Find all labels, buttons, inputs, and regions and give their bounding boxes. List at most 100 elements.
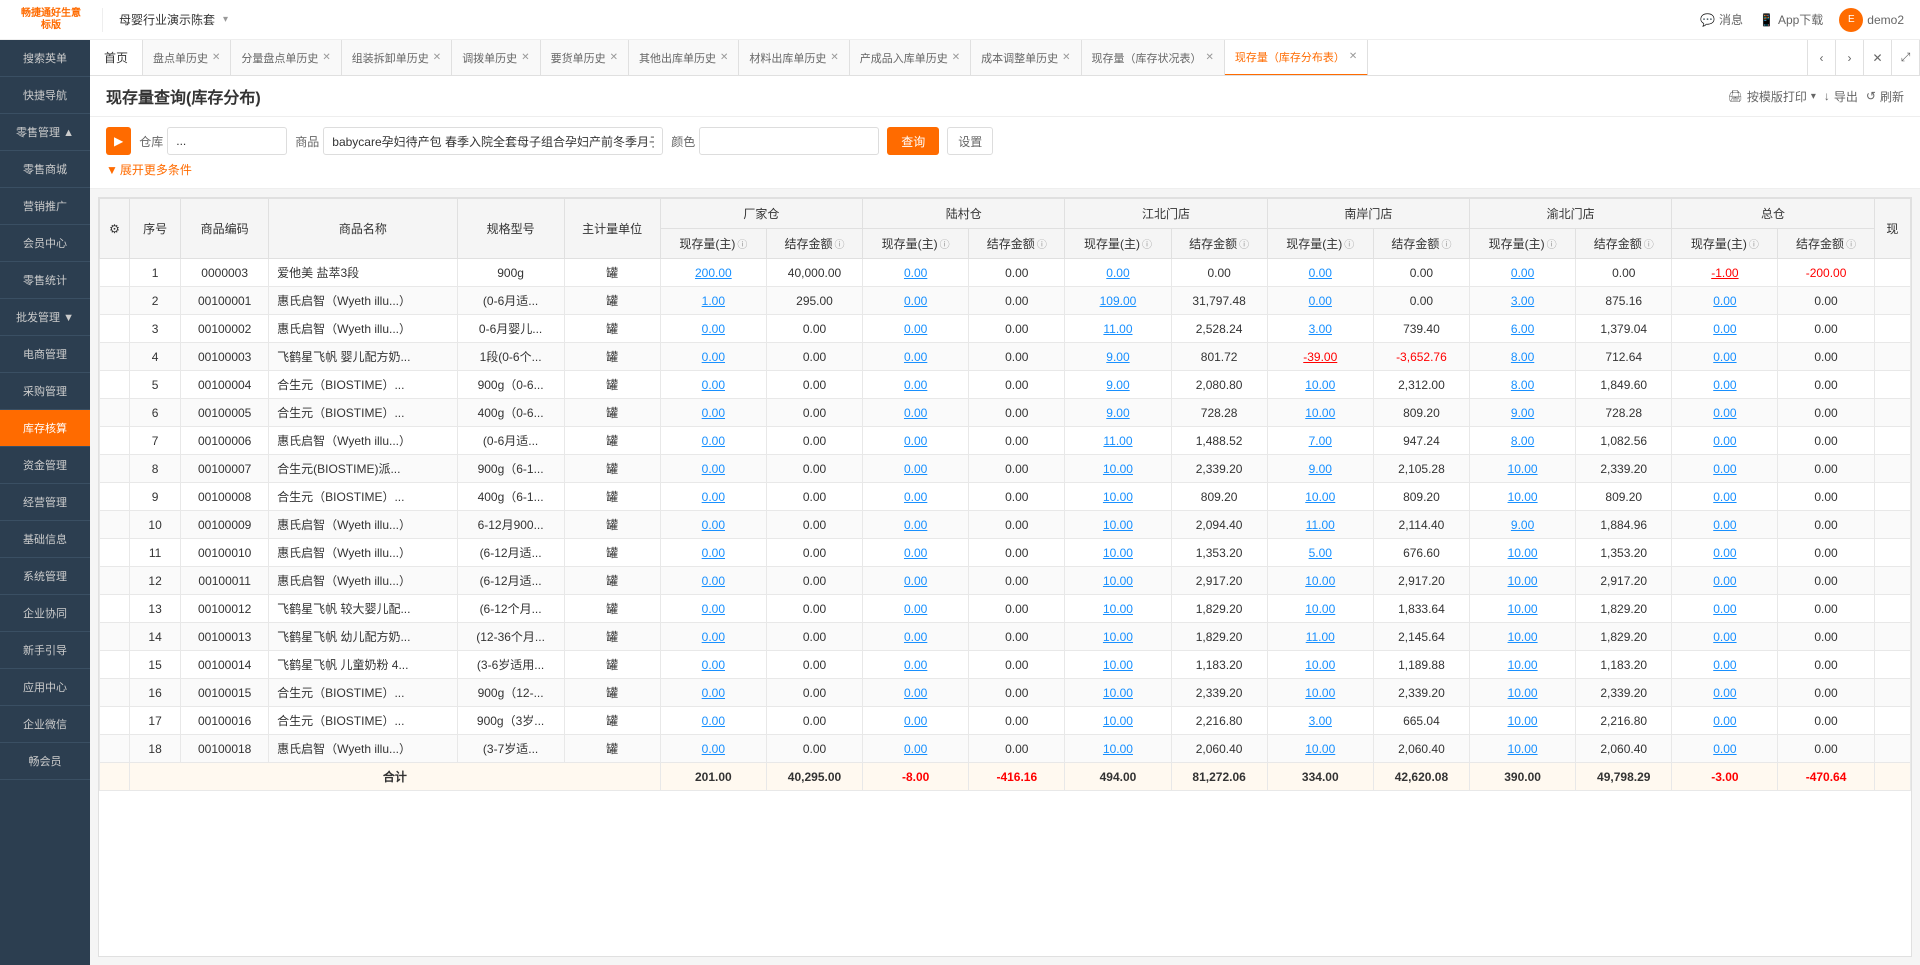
col-name: 商品名称 xyxy=(269,199,457,259)
sidebar-item-finance[interactable]: 资金管理 xyxy=(0,447,90,484)
settings-btn[interactable]: 设置 xyxy=(947,127,993,155)
warehouse-label: 仓库 xyxy=(139,133,163,150)
jb-qty-info-icon[interactable]: ⓘ xyxy=(1142,236,1152,251)
col-group-yb: 渝北门店 xyxy=(1470,199,1672,229)
table-row: 12 00100011 惠氏启智（Wyeth illu...） (6-12月适.… xyxy=(100,567,1911,595)
sidebar-item-inventory[interactable]: 库存核算 xyxy=(0,410,90,447)
tab-split[interactable]: 分量盘点单历史 ✕ xyxy=(231,40,341,76)
lcun-qty-info-icon[interactable]: ⓘ xyxy=(940,236,950,251)
search-toggle-btn[interactable]: ▶ xyxy=(106,127,131,155)
tab-cost-adjust[interactable]: 成本调整单历史 ✕ xyxy=(971,40,1081,76)
table-row: 6 00100005 合生元（BIOSTIME）... 400g（0-6... … xyxy=(100,399,1911,427)
sidebar-item-member[interactable]: 会员中心 xyxy=(0,225,90,262)
sidebar-item-basic[interactable]: 基础信息 xyxy=(0,521,90,558)
tab-expand-btn[interactable]: ⤢ xyxy=(1892,40,1920,76)
tab-close-stock-status[interactable]: ✕ xyxy=(1206,52,1214,63)
col-lcun-qty: 现存量(主)ⓘ xyxy=(863,229,969,259)
refresh-icon: ↺ xyxy=(1866,89,1876,103)
tab-next-btn[interactable]: › xyxy=(1836,40,1864,76)
sidebar-item-quicknav[interactable]: 快捷导航 xyxy=(0,77,90,114)
tab-close-adjust[interactable]: ✕ xyxy=(521,52,529,63)
sidebar-item-retail-stats[interactable]: 零售统计 xyxy=(0,262,90,299)
col-settings[interactable]: ⚙ xyxy=(100,199,130,259)
tab-combine[interactable]: 组装拆卸单历史 ✕ xyxy=(342,40,452,76)
col-no: 序号 xyxy=(130,199,181,259)
jb-amt-info-icon[interactable]: ⓘ xyxy=(1239,236,1249,251)
sidebar-item-guide[interactable]: 新手引导 xyxy=(0,632,90,669)
industry-selector[interactable]: 母婴行业演示陈套 xyxy=(119,11,215,28)
tab-close-other-out[interactable]: ✕ xyxy=(720,52,728,63)
tab-product-in[interactable]: 产成品入库单历史 ✕ xyxy=(850,40,971,76)
table-row: 9 00100008 合生元（BIOSTIME）... 400g（6-1... … xyxy=(100,483,1911,511)
total-amt-info-icon[interactable]: ⓘ xyxy=(1846,236,1856,251)
tab-stock[interactable]: 盘点单历史 ✕ xyxy=(143,40,231,76)
sidebar-item-retail-mgmt[interactable]: 零售管理 ▲ xyxy=(0,114,90,151)
total-qty-info-icon[interactable]: ⓘ xyxy=(1749,236,1759,251)
goods-input[interactable] xyxy=(323,127,663,155)
print-dropdown-icon: ▾ xyxy=(1811,91,1816,102)
chj-qty-info-icon[interactable]: ⓘ xyxy=(737,236,747,251)
tab-close-material-out[interactable]: ✕ xyxy=(830,52,838,63)
user-avatar[interactable]: E demo2 xyxy=(1839,8,1904,32)
logo-area: 畅捷通好生意 标版 xyxy=(16,8,86,32)
expand-conditions-btn[interactable]: ▼ 展开更多条件 xyxy=(106,161,1904,178)
export-btn[interactable]: ↓ 导出 xyxy=(1824,88,1858,105)
tab-close-request[interactable]: ✕ xyxy=(610,52,618,63)
main-layout: 搜索英单 快捷导航 零售管理 ▲ 零售商城 营销推广 会员中心 零售统计 批发管… xyxy=(0,40,1920,965)
sidebar-item-purchase[interactable]: 采购管理 xyxy=(0,373,90,410)
export-icon: ↓ xyxy=(1824,89,1830,103)
sidebar-item-wecom[interactable]: 企业微信 xyxy=(0,706,90,743)
industry-dropdown-icon[interactable]: ▾ xyxy=(223,14,228,25)
tab-close-cost-adjust[interactable]: ✕ xyxy=(1062,52,1070,63)
data-table: ⚙ 序号 商品编码 商品名称 规格型号 主计量单位 厂家仓 陆村仓 江北门店 南… xyxy=(99,198,1911,791)
sidebar-item-retail-mall[interactable]: 零售商城 xyxy=(0,151,90,188)
tab-adjust[interactable]: 调拨单历史 ✕ xyxy=(452,40,540,76)
tab-stock-status[interactable]: 现存量（库存状况表） ✕ xyxy=(1082,40,1225,76)
message-btn[interactable]: 💬 消息 xyxy=(1700,11,1743,28)
na-amt-info-icon[interactable]: ⓘ xyxy=(1441,236,1451,251)
table-row: 8 00100007 合生元(BIOSTIME)派... 900g（6-1...… xyxy=(100,455,1911,483)
sidebar-item-member2[interactable]: 畅会员 xyxy=(0,743,90,780)
col-group-chj: 厂家仓 xyxy=(660,199,862,229)
sidebar-item-appstore[interactable]: 应用中心 xyxy=(0,669,90,706)
tab-close-stock[interactable]: ✕ xyxy=(212,52,220,63)
tab-material-out[interactable]: 材料出库单历史 ✕ xyxy=(739,40,849,76)
yb-amt-info-icon[interactable]: ⓘ xyxy=(1644,236,1654,251)
query-btn[interactable]: 查询 xyxy=(887,127,939,155)
table-row: 13 00100012 飞鹤星飞帆 较大婴儿配... (6-12个月... 罐 … xyxy=(100,595,1911,623)
tab-home[interactable]: 首页 xyxy=(90,40,143,76)
color-input[interactable] xyxy=(699,127,879,155)
na-qty-info-icon[interactable]: ⓘ xyxy=(1344,236,1354,251)
refresh-btn[interactable]: ↺ 刷新 xyxy=(1866,88,1904,105)
sidebar-item-ecommerce[interactable]: 电商管理 xyxy=(0,336,90,373)
print-btn[interactable]: 🖨 按模版打印 ▾ xyxy=(1728,88,1816,105)
tab-close-split[interactable]: ✕ xyxy=(322,52,330,63)
tab-close-product-in[interactable]: ✕ xyxy=(952,52,960,63)
chj-amt-info-icon[interactable]: ⓘ xyxy=(835,236,845,251)
page-actions: 🖨 按模版打印 ▾ ↓ 导出 ↺ 刷新 xyxy=(1728,88,1904,105)
warehouse-search-item: 仓库 xyxy=(139,127,287,155)
col-chj-qty: 现存量(主)ⓘ xyxy=(660,229,766,259)
message-icon: 💬 xyxy=(1700,13,1715,27)
tab-close-stock-dist[interactable]: ✕ xyxy=(1349,51,1357,62)
search-area: ▶ 仓库 商品 颜色 查询 设置 ▼ 展开更多条 xyxy=(90,117,1920,189)
sidebar-item-system[interactable]: 系统管理 xyxy=(0,558,90,595)
avatar-icon: E xyxy=(1839,8,1863,32)
col-jb-amt: 结存金额ⓘ xyxy=(1171,229,1267,259)
tab-close-all-btn[interactable]: ✕ xyxy=(1864,40,1892,76)
sidebar-item-collab[interactable]: 企业协同 xyxy=(0,595,90,632)
lcun-amt-info-icon[interactable]: ⓘ xyxy=(1037,236,1047,251)
tab-request[interactable]: 要货单历史 ✕ xyxy=(541,40,629,76)
tab-prev-btn[interactable]: ‹ xyxy=(1808,40,1836,76)
app-download-btn[interactable]: 📱 App下载 xyxy=(1759,11,1823,28)
sidebar-item-operation[interactable]: 经营管理 xyxy=(0,484,90,521)
sidebar-item-marketing[interactable]: 营销推广 xyxy=(0,188,90,225)
sidebar-item-search[interactable]: 搜索英单 xyxy=(0,40,90,77)
yb-qty-info-icon[interactable]: ⓘ xyxy=(1547,236,1557,251)
tab-stock-dist[interactable]: 现存量（库存分布表） ✕ xyxy=(1225,40,1368,76)
warehouse-input[interactable] xyxy=(167,127,287,155)
tab-other-out[interactable]: 其他出库单历史 ✕ xyxy=(629,40,739,76)
tab-close-combine[interactable]: ✕ xyxy=(433,52,441,63)
sidebar-item-wholesale[interactable]: 批发管理 ▼ xyxy=(0,299,90,336)
page-header: 现存量查询(库存分布) 🖨 按模版打印 ▾ ↓ 导出 ↺ 刷新 xyxy=(90,76,1920,117)
